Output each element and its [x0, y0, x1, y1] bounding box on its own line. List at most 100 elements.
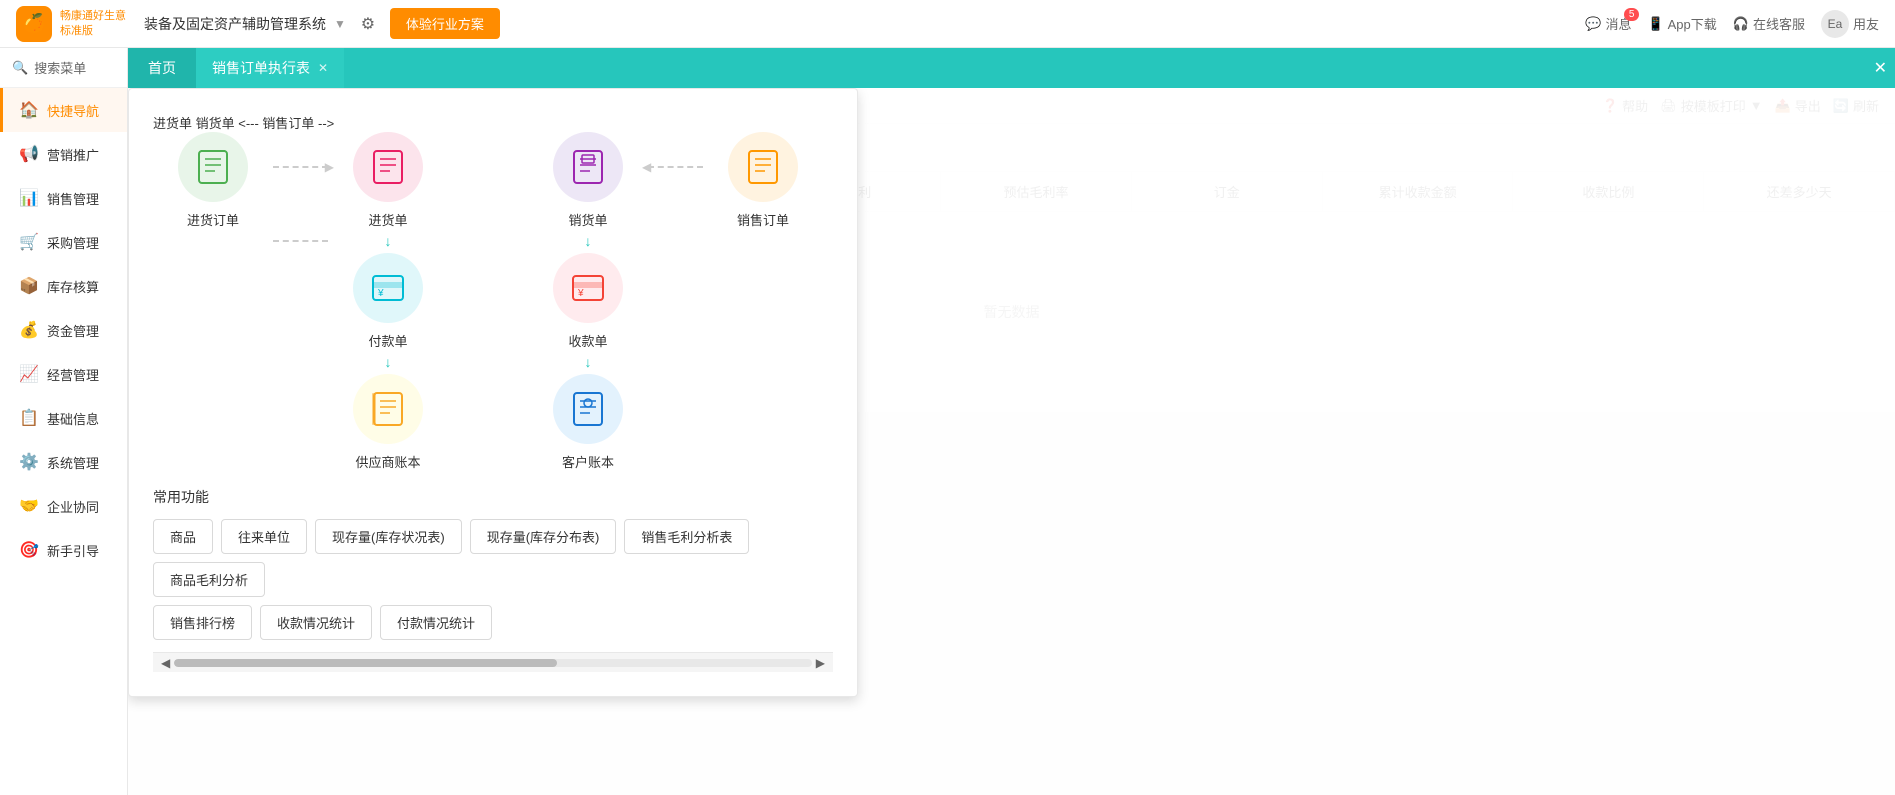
tab-bar: 首页 销售订单执行表 ✕ ✕ — [128, 48, 1895, 88]
sidebar-item-sales[interactable]: 📊 销售管理 — [0, 176, 127, 220]
sidebar-item-newbie[interactable]: 🎯 新手引导 — [0, 528, 127, 572]
customer-account-node: 客户账本 — [528, 374, 648, 471]
logo-text: 畅康通好生意 标准版 — [60, 9, 126, 38]
arrow-down-receipt: ↓ — [585, 350, 592, 374]
page-content: ❓ 帮助 🖨 按模板打印 ▼ 📤 导出 🔄 — [128, 88, 1895, 795]
message-icon: 💬 — [1585, 16, 1601, 32]
purchase-bill-node: 进货单 — [328, 132, 448, 229]
scroll-track[interactable] — [174, 659, 812, 667]
sidebar-item-quick-nav[interactable]: 🏠 快捷导航 — [0, 88, 127, 132]
flow-dialog: 进货单 销货单 <--- 销售订单 --> 进货订单 — [128, 88, 858, 697]
sidebar-item-purchase[interactable]: 🛒 采购管理 — [0, 220, 127, 264]
newbie-icon: 🎯 — [19, 540, 39, 560]
func-btn-receipt-stats[interactable]: 收款情况统计 — [260, 605, 372, 640]
sidebar-item-system[interactable]: ⚙️ 系统管理 — [0, 440, 127, 484]
supplier-account-icon — [353, 374, 423, 444]
purchase-order-label: 进货订单 — [187, 210, 239, 229]
receipt-label: 收款单 — [568, 331, 607, 350]
sidebar-search[interactable]: 🔍 搜索菜单 — [0, 48, 127, 88]
download-icon: 📱 — [1647, 16, 1663, 32]
online-service-button[interactable]: 🎧 在线客服 — [1733, 14, 1805, 33]
app-wrapper: 🍊 畅康通好生意 标准版 装备及固定资产辅助管理系统 ▼ ⚙ 体验行业方案 💬 … — [0, 0, 1895, 795]
marketing-icon: 📢 — [19, 144, 39, 164]
arrow-down-sales: ↓ — [585, 229, 592, 253]
purchase-order-node: 进货订单 — [153, 132, 273, 229]
scroll-right-button[interactable]: ▶ — [812, 656, 829, 670]
sales-order-label: 销售订单 — [737, 210, 789, 229]
supplier-account-label: 供应商账本 — [355, 452, 420, 471]
scroll-left-button[interactable]: ◀ — [157, 656, 174, 670]
sidebar-item-basic[interactable]: 📋 基础信息 — [0, 396, 127, 440]
svg-text:¥: ¥ — [377, 288, 384, 299]
scroll-thumb[interactable] — [174, 659, 557, 667]
func-btns-row2: 销售排行榜 收款情况统计 付款情况统计 — [153, 605, 833, 640]
sales-bill-node: 销货单 — [528, 132, 648, 229]
func-btn-payment-stats[interactable]: 付款情况统计 — [380, 605, 492, 640]
home-icon: 🏠 — [19, 100, 39, 120]
tab-home[interactable]: 首页 — [128, 48, 196, 88]
finance-icon: 💰 — [19, 320, 39, 340]
main-area: 🔍 搜索菜单 🏠 快捷导航 📢 营销推广 📊 销售管理 🛒 采购管理 📦 — [0, 48, 1895, 795]
func-btn-product[interactable]: 商品 — [153, 519, 213, 554]
purchase-order-icon — [178, 132, 248, 202]
common-func-title: 常用功能 — [153, 487, 833, 507]
supplier-account-node: 供应商账本 — [328, 374, 448, 471]
receipt-icon: ¥ — [553, 253, 623, 323]
top-bar-right: 💬 消息 5 📱 App下载 🎧 在线客服 Ea 用友 — [1585, 10, 1879, 38]
dropdown-arrow-icon[interactable]: ▼ — [334, 17, 346, 31]
func-btn-stock-dist[interactable]: 现存量(库存分布表) — [470, 519, 617, 554]
sales-order-node: 销售订单 — [703, 132, 823, 229]
payment-node: ¥ 付款单 — [328, 253, 448, 350]
service-icon: 🎧 — [1733, 16, 1749, 32]
customer-account-icon — [553, 374, 623, 444]
func-btn-partner[interactable]: 往来单位 — [221, 519, 307, 554]
customer-account-label: 客户账本 — [562, 452, 614, 471]
sidebar-item-marketing[interactable]: 📢 营销推广 — [0, 132, 127, 176]
sidebar: 🔍 搜索菜单 🏠 快捷导航 📢 营销推广 📊 销售管理 🛒 采购管理 📦 — [0, 48, 128, 795]
search-icon: 🔍 — [12, 60, 28, 76]
sales-bill-label: 销货单 — [568, 210, 607, 229]
top-bar-center: 装备及固定资产辅助管理系统 ▼ ⚙ 体验行业方案 — [144, 8, 1585, 39]
func-btns-row1: 商品 往来单位 现存量(库存状况表) 现存量(库存分布表) 销售毛利分析表 商品… — [153, 519, 833, 597]
content-area: 首页 销售订单执行表 ✕ ✕ ❓ 帮助 — [128, 48, 1895, 795]
flow-dialog-overlay: 进货单 销货单 <--- 销售订单 --> 进货订单 — [128, 88, 1895, 795]
sales-icon: 📊 — [19, 188, 39, 208]
avatar: Ea — [1821, 10, 1849, 38]
logo-area: 🍊 畅康通好生意 标准版 — [16, 6, 144, 42]
func-btn-sales-margin[interactable]: 销售毛利分析表 — [624, 519, 749, 554]
tab-sales-order-exec[interactable]: 销售订单执行表 ✕ — [196, 48, 344, 88]
enterprise-icon: 🤝 — [19, 496, 39, 516]
tab-close-all-icon[interactable]: ✕ — [1874, 58, 1887, 78]
top-bar: 🍊 畅康通好生意 标准版 装备及固定资产辅助管理系统 ▼ ⚙ 体验行业方案 💬 … — [0, 0, 1895, 48]
sidebar-item-inventory[interactable]: 📦 库存核算 — [0, 264, 127, 308]
operation-icon: 📈 — [19, 364, 39, 384]
func-btn-product-margin[interactable]: 商品毛利分析 — [153, 562, 265, 597]
sales-order-icon — [728, 132, 798, 202]
func-btn-stock-status[interactable]: 现存量(库存状况表) — [315, 519, 462, 554]
sidebar-item-finance[interactable]: 💰 资金管理 — [0, 308, 127, 352]
user-menu[interactable]: Ea 用友 — [1821, 10, 1879, 38]
receipt-node: ¥ 收款单 — [528, 253, 648, 350]
message-button[interactable]: 💬 消息 5 — [1585, 14, 1631, 33]
system-title: 装备及固定资产辅助管理系统 — [144, 14, 326, 34]
sales-bill-icon — [553, 132, 623, 202]
purchase-bill-label: 进货单 — [368, 210, 407, 229]
purchase-bill-icon — [353, 132, 423, 202]
scroll-bar-area: ◀ ▶ — [153, 652, 833, 672]
purchase-icon: 🛒 — [19, 232, 39, 252]
logo-icon: 🍊 — [16, 6, 52, 42]
svg-text:¥: ¥ — [577, 288, 584, 299]
gear-button[interactable]: ⚙ — [354, 10, 382, 38]
inventory-icon: 📦 — [19, 276, 39, 296]
arrow-down-purchase: ↓ — [385, 229, 392, 253]
arrow-down-payment: ↓ — [385, 350, 392, 374]
basic-icon: 📋 — [19, 408, 39, 428]
app-download-button[interactable]: 📱 App下载 — [1647, 14, 1716, 33]
func-btn-sales-ranking[interactable]: 销售排行榜 — [153, 605, 252, 640]
payment-icon: ¥ — [353, 253, 423, 323]
tab-close-icon[interactable]: ✕ — [318, 61, 328, 75]
experience-button[interactable]: 体验行业方案 — [390, 8, 500, 39]
message-badge: 5 — [1624, 8, 1640, 21]
sidebar-item-enterprise[interactable]: 🤝 企业协同 — [0, 484, 127, 528]
sidebar-item-operation[interactable]: 📈 经营管理 — [0, 352, 127, 396]
